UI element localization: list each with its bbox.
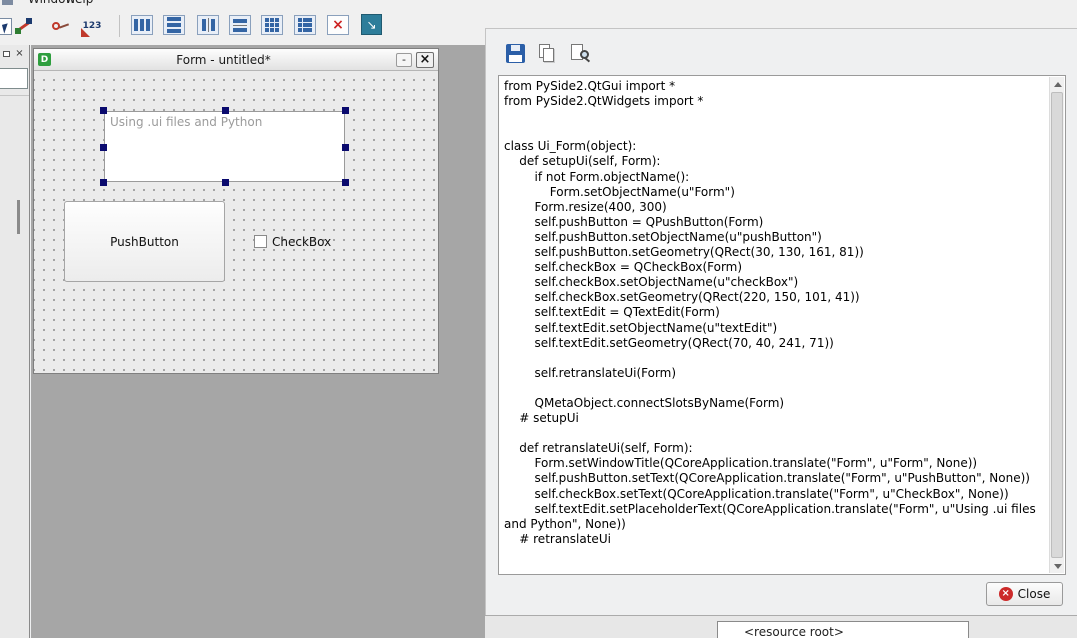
lay-out-form-icon[interactable] [294, 15, 316, 35]
edit-tab-order-icon[interactable]: 123 [80, 14, 104, 38]
find-icon[interactable] [566, 40, 592, 66]
dock-scrollbar-thumb[interactable] [17, 200, 20, 234]
widget-box-dock: × [0, 45, 30, 638]
form-canvas[interactable]: Using .ui files and Python PushButton Ch… [34, 71, 438, 373]
toolbar-separator [119, 15, 120, 37]
checkbox-widget[interactable]: CheckBox [254, 221, 355, 262]
save-icon[interactable] [502, 40, 528, 66]
widget-frame-icon [0, 18, 12, 35]
scroll-down-button[interactable] [1050, 559, 1065, 573]
checkbox-label: CheckBox [272, 235, 331, 249]
selection-handle[interactable] [100, 179, 107, 186]
close-dialog-button[interactable]: × Close [986, 582, 1063, 606]
generated-python-code[interactable]: from PySide2.QtGui import * from PySide2… [504, 79, 1047, 572]
selection-handle[interactable] [222, 107, 229, 114]
close-circle-icon: × [999, 587, 1013, 601]
form-designer-window: D Form - untitled* - × Using .ui files a… [33, 48, 439, 374]
resource-root-item[interactable]: <resource root> [744, 625, 844, 638]
selection-handle[interactable] [342, 179, 349, 186]
edit-signals-slots-icon[interactable] [12, 14, 36, 38]
selection-handle[interactable] [100, 144, 107, 151]
selection-handle[interactable] [100, 107, 107, 114]
textedit-placeholder[interactable]: Using .ui files and Python [104, 111, 345, 182]
minimize-button[interactable]: - [396, 53, 412, 67]
lay-out-horizontal-splitter-icon[interactable] [197, 15, 219, 35]
widget-filter-input[interactable] [0, 68, 28, 89]
code-scrollbar[interactable] [1049, 77, 1064, 573]
arrow-up-icon [1054, 82, 1062, 87]
menu-help[interactable]: Help [66, 0, 93, 6]
selection-handle[interactable] [342, 144, 349, 151]
lay-out-horizontally-icon[interactable] [131, 15, 153, 35]
scrollbar-thumb[interactable] [1051, 92, 1063, 558]
lay-out-vertically-icon[interactable] [163, 15, 185, 35]
close-button[interactable]: × [416, 52, 434, 68]
dock-divider [0, 95, 29, 96]
textedit-widget[interactable]: Using .ui files and Python [104, 111, 345, 182]
lay-out-grid-icon[interactable] [261, 15, 283, 35]
float-icon [3, 51, 10, 57]
resource-browser-window[interactable]: <resource root> [717, 621, 969, 638]
arrow-down-icon [1054, 564, 1062, 569]
menubar: Window Help [0, 0, 400, 6]
app-menu-icon[interactable] [2, 0, 13, 5]
dock-float-button[interactable] [1, 48, 12, 59]
copy-icon[interactable] [534, 40, 560, 66]
dock-close-button[interactable]: × [14, 48, 25, 59]
pushbutton-widget[interactable]: PushButton [64, 201, 225, 282]
checkbox-box[interactable] [254, 235, 267, 248]
form-window-titlebar[interactable]: D Form - untitled* - × [34, 49, 438, 71]
break-layout-icon[interactable]: × [327, 15, 349, 35]
edit-buddies-icon[interactable] [48, 14, 72, 38]
adjust-size-icon[interactable]: ↘ [361, 14, 382, 35]
lay-out-vertical-splitter-icon[interactable] [229, 15, 251, 35]
qt-designer-screen: Window Help 123 [0, 0, 1077, 638]
designer-form-icon: D [38, 53, 51, 66]
code-view-dialog: from PySide2.QtGui import * from PySide2… [485, 28, 1077, 615]
form-window-title: Form - untitled* [55, 53, 392, 67]
code-editor[interactable]: from PySide2.QtGui import * from PySide2… [498, 75, 1066, 575]
close-icon: × [15, 48, 23, 59]
selection-handle[interactable] [222, 179, 229, 186]
scroll-up-button[interactable] [1050, 77, 1065, 91]
close-button-label: Close [1018, 587, 1051, 601]
selection-handle[interactable] [342, 107, 349, 114]
